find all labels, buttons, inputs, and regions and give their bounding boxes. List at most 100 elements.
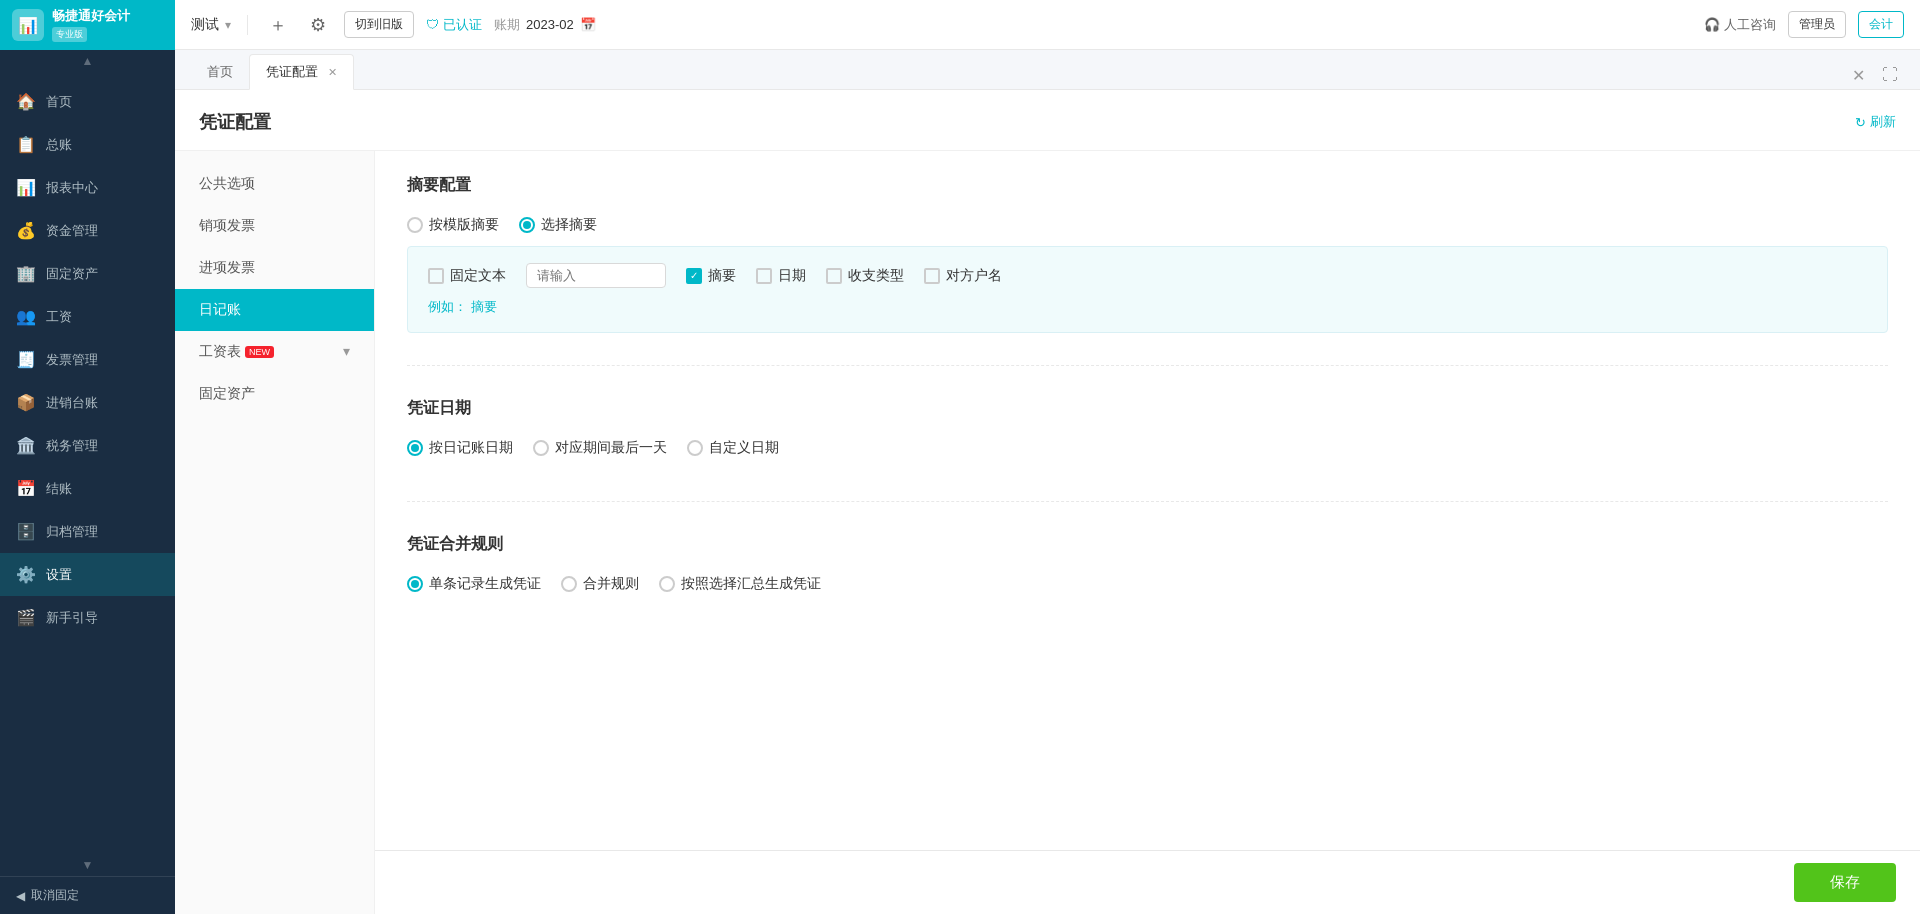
- sidebar-logo: 📊 畅捷通好会计 专业版: [0, 0, 175, 50]
- left-nav: 公共选项 销项发票 进项发票 日记账 工资表NEW ▾ 固定资产: [175, 151, 375, 914]
- section-summary: 摘要配置 按模版摘要 选择摘要: [407, 175, 1888, 366]
- nav-item-payroll[interactable]: 工资表NEW ▾: [175, 331, 374, 373]
- company-chevron-icon: ▾: [225, 18, 231, 32]
- topbar: 测试 ▾ ＋ ⚙ 切到旧版 🛡 已认证 账期 2023-02 📅 🎧 人工咨询: [175, 0, 1920, 50]
- sidebar-item-payroll[interactable]: 👥 工资: [0, 295, 175, 338]
- logo-icon: 📊: [12, 9, 44, 41]
- section-summary-title: 摘要配置: [407, 175, 1888, 196]
- radio-template-label: 按模版摘要: [429, 216, 499, 234]
- radio-template-summary[interactable]: 按模版摘要: [407, 216, 499, 234]
- sidebar-item-fixed-assets[interactable]: 🏢 固定资产: [0, 252, 175, 295]
- period-display: 账期 2023-02 📅: [494, 16, 596, 34]
- guide-icon: 🎬: [16, 608, 36, 627]
- radio-single-label: 单条记录生成凭证: [429, 575, 541, 593]
- radio-merge-rules[interactable]: 合并规则: [561, 575, 639, 593]
- radio-single-record[interactable]: 单条记录生成凭证: [407, 575, 541, 593]
- radio-period-last-circle: [533, 440, 549, 456]
- radio-select-circle: [519, 217, 535, 233]
- sidebar-item-settings[interactable]: ⚙️ 设置: [0, 553, 175, 596]
- nav-item-fixed-assets[interactable]: 固定资产: [175, 373, 374, 415]
- main-area: 测试 ▾ ＋ ⚙ 切到旧版 🛡 已认证 账期 2023-02 📅 🎧 人工咨询: [175, 0, 1920, 914]
- add-button[interactable]: ＋: [264, 11, 292, 39]
- save-bar: 保存: [375, 850, 1920, 914]
- accountant-button[interactable]: 会计: [1858, 11, 1904, 38]
- sidebar-item-tax[interactable]: 🏛️ 税务管理: [0, 424, 175, 467]
- right-content: 摘要配置 按模版摘要 选择摘要: [375, 151, 1920, 914]
- cancel-pin-button[interactable]: ◀ 取消固定: [0, 876, 175, 914]
- reports-icon: 📊: [16, 178, 36, 197]
- company-name: 测试: [191, 16, 219, 34]
- checkbox-date-square: [756, 268, 772, 284]
- merge-radio-group: 单条记录生成凭证 合并规则 按照选择汇总生成凭证: [407, 575, 1888, 593]
- settings-button[interactable]: ⚙: [304, 11, 332, 39]
- sidebar-item-funds[interactable]: 💰 资金管理: [0, 209, 175, 252]
- funds-icon: 💰: [16, 221, 36, 240]
- sidebar-item-ledger[interactable]: 📋 总账: [0, 123, 175, 166]
- sales-purchase-icon: 📦: [16, 393, 36, 412]
- page-title: 凭证配置: [199, 110, 271, 134]
- save-button[interactable]: 保存: [1794, 863, 1896, 902]
- close-window-button[interactable]: ✕: [1844, 61, 1872, 89]
- checkbox-income-type-square: [826, 268, 842, 284]
- tab-close-icon[interactable]: ✕: [328, 66, 337, 78]
- sidebar-item-guide[interactable]: 🎬 新手引导: [0, 596, 175, 639]
- tab-voucher-config[interactable]: 凭证配置 ✕: [249, 54, 354, 90]
- radio-custom-date-circle: [687, 440, 703, 456]
- manager-button[interactable]: 管理员: [1788, 11, 1846, 38]
- refresh-button[interactable]: ↻ 刷新: [1855, 113, 1896, 131]
- checkbox-summary[interactable]: 摘要: [686, 267, 736, 285]
- summary-radio-group: 按模版摘要 选择摘要: [407, 216, 1888, 234]
- expand-window-button[interactable]: ⛶: [1876, 61, 1904, 89]
- sidebar-item-home[interactable]: 🏠 首页: [0, 80, 175, 123]
- sidebar: 📊 畅捷通好会计 专业版 ▲ 🏠 首页 📋 总账 📊 报表中心 💰 资金: [0, 0, 175, 914]
- switch-old-version-button[interactable]: 切到旧版: [344, 11, 414, 38]
- sidebar-item-sales-purchase[interactable]: 📦 进销台账: [0, 381, 175, 424]
- radio-journal-date-label: 按日记账日期: [429, 439, 513, 457]
- checkbox-income-type-label: 收支类型: [848, 267, 904, 285]
- calendar-icon[interactable]: 📅: [580, 17, 596, 32]
- checkbox-date-label: 日期: [778, 267, 806, 285]
- tax-icon: 🏛️: [16, 436, 36, 455]
- radio-summary-gen-label: 按照选择汇总生成凭证: [681, 575, 821, 593]
- radio-select-summary[interactable]: 选择摘要: [519, 216, 597, 234]
- radio-journal-date[interactable]: 按日记账日期: [407, 439, 513, 457]
- radio-journal-date-circle: [407, 440, 423, 456]
- pin-icon: ◀: [16, 889, 25, 903]
- nav-item-sales[interactable]: 销项发票: [175, 205, 374, 247]
- fixed-text-input[interactable]: [526, 263, 666, 288]
- section-date-title: 凭证日期: [407, 398, 1888, 419]
- checkbox-fixed-text-label: 固定文本: [450, 267, 506, 285]
- shield-icon: 🛡: [426, 17, 439, 32]
- checkbox-fixed-text[interactable]: 固定文本: [428, 267, 506, 285]
- section-merge-title: 凭证合并规则: [407, 534, 1888, 555]
- radio-period-last[interactable]: 对应期间最后一天: [533, 439, 667, 457]
- radio-summary-gen[interactable]: 按照选择汇总生成凭证: [659, 575, 821, 593]
- nav-item-journal[interactable]: 日记账: [175, 289, 374, 331]
- checkbox-date[interactable]: 日期: [756, 267, 806, 285]
- sidebar-item-archive[interactable]: 🗄️ 归档管理: [0, 510, 175, 553]
- checkbox-counterpart-square: [924, 268, 940, 284]
- sidebar-item-period-end[interactable]: 📅 结账: [0, 467, 175, 510]
- summary-options-row: 固定文本 摘要: [428, 263, 1867, 288]
- nav-item-public[interactable]: 公共选项: [175, 163, 374, 205]
- radio-merge-circle: [561, 576, 577, 592]
- sidebar-item-reports[interactable]: 📊 报表中心: [0, 166, 175, 209]
- headset-icon: 🎧: [1704, 17, 1720, 32]
- service-button[interactable]: 🎧 人工咨询: [1704, 16, 1776, 34]
- tab-home[interactable]: 首页: [191, 55, 249, 89]
- radio-custom-date[interactable]: 自定义日期: [687, 439, 779, 457]
- company-selector[interactable]: 测试 ▾: [191, 16, 231, 34]
- sidebar-scroll-down[interactable]: ▼: [0, 854, 175, 876]
- new-badge: NEW: [245, 346, 274, 358]
- sidebar-item-invoice[interactable]: 🧾 发票管理: [0, 338, 175, 381]
- radio-period-last-label: 对应期间最后一天: [555, 439, 667, 457]
- checkbox-summary-label: 摘要: [708, 267, 736, 285]
- sidebar-nav: 🏠 首页 📋 总账 📊 报表中心 💰 资金管理 🏢 固定资产 👥 工资: [0, 72, 175, 854]
- nav-item-purchase[interactable]: 进项发票: [175, 247, 374, 289]
- date-radio-group: 按日记账日期 对应期间最后一天 自定义日期: [407, 439, 1888, 457]
- checkbox-counterpart[interactable]: 对方户名: [924, 267, 1002, 285]
- fixed-assets-icon: 🏢: [16, 264, 36, 283]
- sidebar-scroll-up[interactable]: ▲: [0, 50, 175, 72]
- checkbox-income-type[interactable]: 收支类型: [826, 267, 904, 285]
- topbar-right: 🎧 人工咨询 管理员 会计: [1704, 11, 1904, 38]
